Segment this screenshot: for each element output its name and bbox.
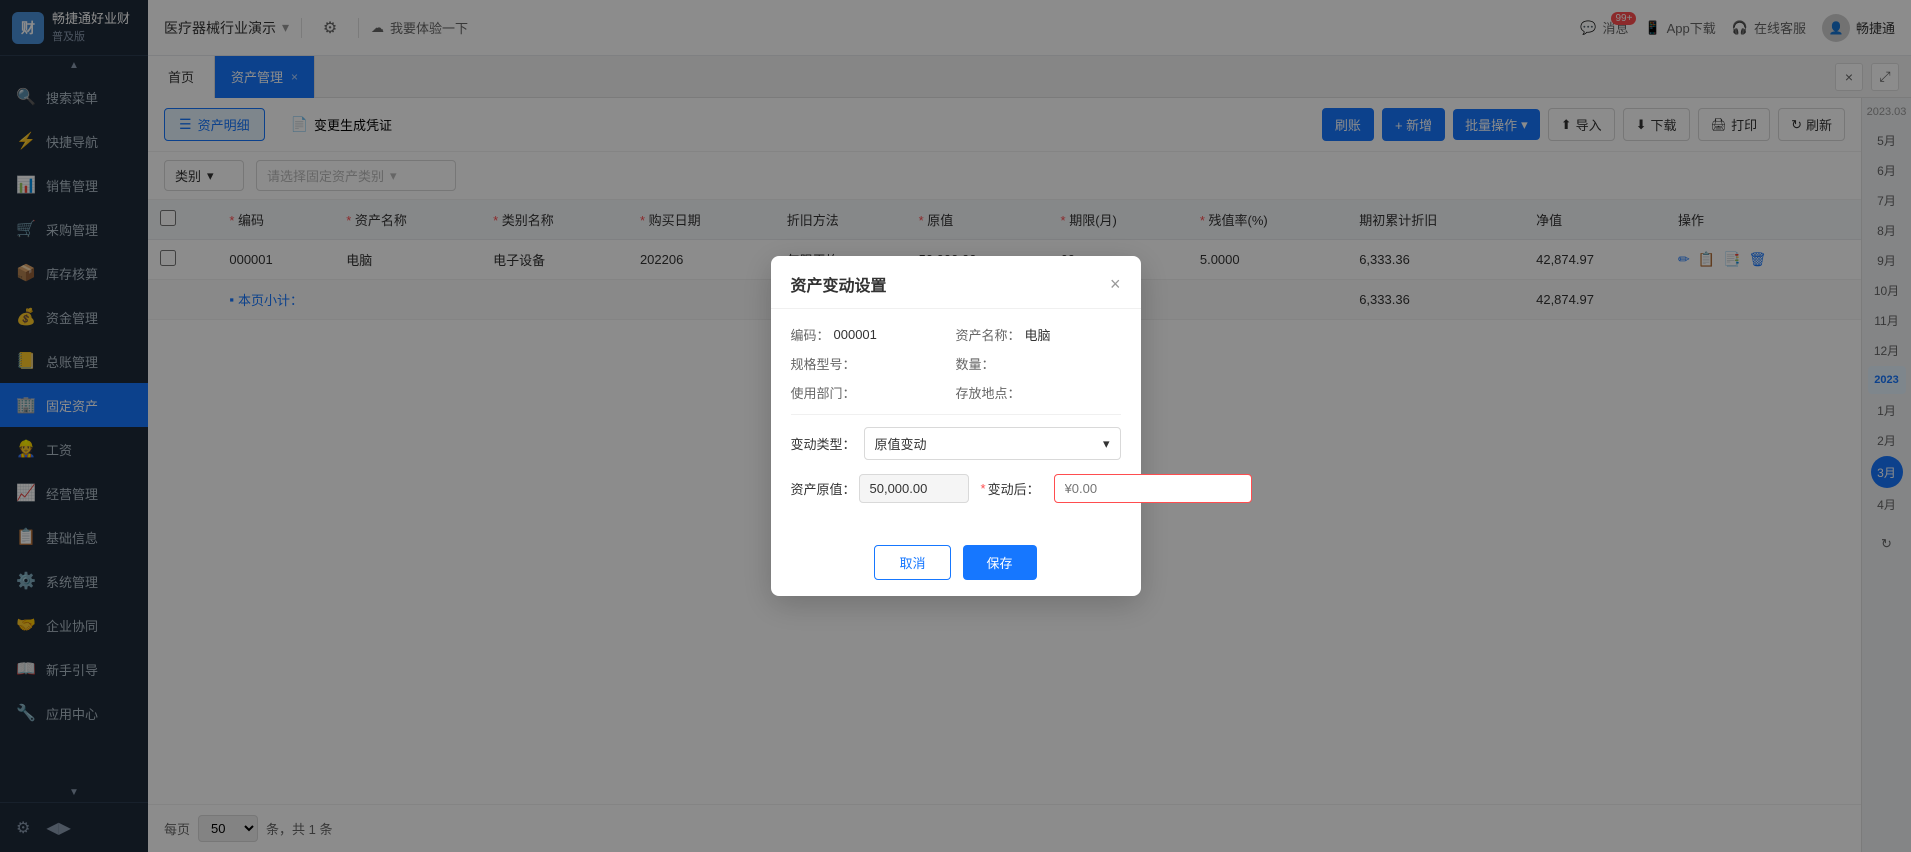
modal-location-label: 存放地点： xyxy=(956,383,1021,402)
modal-change-type-select[interactable]: 原值变动 ▾ xyxy=(864,427,1121,460)
modal-row-dept-location: 使用部门： 存放地点： xyxy=(791,383,1121,402)
modal-department-item: 使用部门： xyxy=(791,383,956,402)
modal-change-type-row: 变动类型： 原值变动 ▾ xyxy=(791,427,1121,460)
modal-quantity-label: 数量： xyxy=(956,354,995,373)
modal-asset-name-item: 资产名称： 电脑 xyxy=(956,325,1121,344)
modal-code-value: 000001 xyxy=(834,327,877,342)
cancel-button[interactable]: 取消 xyxy=(874,545,950,580)
modal-title: 资产变动设置 xyxy=(791,272,887,296)
modal-body: 编码： 000001 资产名称： 电脑 规格型号： 数量： xyxy=(771,309,1141,533)
modal-code-label: 编码： xyxy=(791,325,830,344)
modal-original-value-label: 资产原值： xyxy=(791,479,851,498)
modal-spec-item: 规格型号： xyxy=(791,354,956,373)
modal-asset-name-value: 电脑 xyxy=(1025,325,1051,344)
modal-overlay: 资产变动设置 × 编码： 000001 资产名称： 电脑 规格型号： xyxy=(0,0,1911,852)
modal-code-item: 编码： 000001 xyxy=(791,325,956,344)
modal-department-label: 使用部门： xyxy=(791,383,856,402)
modal-divider xyxy=(791,414,1121,415)
modal-after-change-label: 变动后： xyxy=(988,479,1048,498)
modal-close-button[interactable]: × xyxy=(1110,274,1121,295)
modal-spec-label: 规格型号： xyxy=(791,354,856,373)
change-type-dropdown-icon: ▾ xyxy=(1103,436,1110,452)
modal-asset-name-label: 资产名称： xyxy=(956,325,1021,344)
modal-location-item: 存放地点： xyxy=(956,383,1121,402)
modal-after-change-input[interactable] xyxy=(1054,474,1252,503)
modal-row-spec-quantity: 规格型号： 数量： xyxy=(791,354,1121,373)
modal-header: 资产变动设置 × xyxy=(771,256,1141,309)
modal-change-type-label: 变动类型： xyxy=(791,434,856,453)
asset-change-modal: 资产变动设置 × 编码： 000001 资产名称： 电脑 规格型号： xyxy=(771,256,1141,596)
save-button[interactable]: 保存 xyxy=(963,545,1037,580)
modal-original-value-input[interactable] xyxy=(859,474,969,503)
required-mark: * xyxy=(981,481,986,496)
modal-quantity-item: 数量： xyxy=(956,354,1121,373)
modal-footer: 取消 保存 xyxy=(771,533,1141,596)
modal-original-value-row: 资产原值： * 变动后： xyxy=(791,474,1121,503)
modal-change-type-value: 原值变动 xyxy=(875,434,927,453)
modal-row-code-name: 编码： 000001 资产名称： 电脑 xyxy=(791,325,1121,344)
